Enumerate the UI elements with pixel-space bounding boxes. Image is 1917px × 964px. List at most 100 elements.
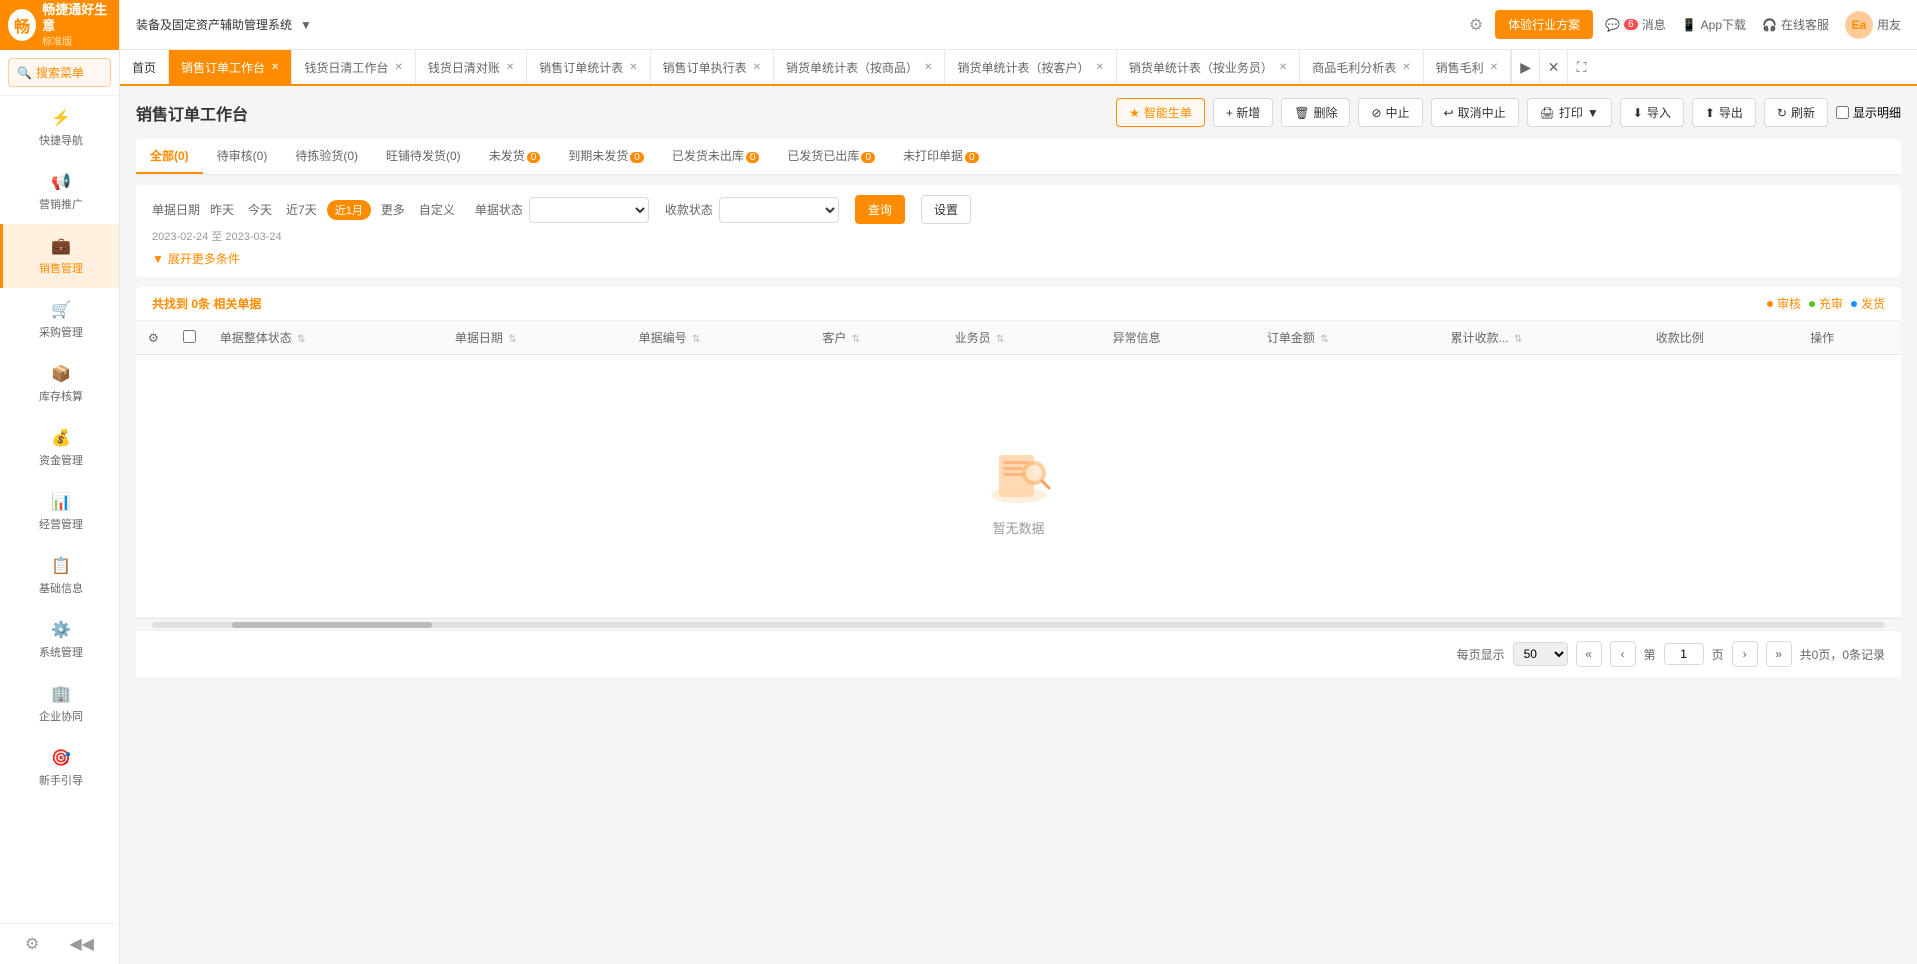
collapse-sidebar-button[interactable]: ◀◀ — [69, 934, 94, 954]
th-date[interactable]: 单据日期 ⇅ — [443, 321, 627, 355]
close-tab-cash-reconcile[interactable]: ✕ — [506, 62, 514, 73]
sidebar-item-inventory[interactable]: 📦 库存核算 — [0, 352, 119, 416]
tab-cash-daily[interactable]: 钱货日清工作台 ✕ — [292, 50, 415, 85]
last-page-button[interactable]: » — [1766, 641, 1792, 667]
date-opt-more[interactable]: 更多 — [377, 199, 409, 220]
th-checkbox[interactable] — [171, 321, 208, 355]
tab-sales-by-staff[interactable]: 销货单统计表（按业务员） ✕ — [1117, 50, 1300, 85]
tab-sales-by-customer[interactable]: 销货单统计表（按客户） ✕ — [945, 50, 1116, 85]
close-tab-sales-workbench[interactable]: ✕ — [271, 62, 279, 73]
close-tab-by-staff[interactable]: ✕ — [1279, 62, 1287, 73]
th-number[interactable]: 单据编号 ⇅ — [627, 321, 811, 355]
page-input[interactable] — [1664, 643, 1704, 665]
sidebar-item-guide[interactable]: 🎯 新手引导 — [0, 736, 119, 800]
settings-filter-button[interactable]: 设置 — [921, 195, 971, 224]
next-page-button[interactable]: › — [1732, 641, 1758, 667]
subtab-all[interactable]: 全部(0) — [136, 139, 203, 174]
messages-button[interactable]: 💬 6 消息 — [1605, 16, 1666, 33]
close-tab-margin-analysis[interactable]: ✕ — [1402, 62, 1410, 73]
subtab-shipped-not-out[interactable]: 已发货未出库0 — [658, 139, 774, 174]
search-menu-button[interactable]: 🔍 搜索菜单 — [8, 58, 111, 87]
th-collected[interactable]: 累计收款... ⇅ — [1439, 321, 1644, 355]
sidebar-item-base-info[interactable]: 📋 基础信息 — [0, 544, 119, 608]
subtab-wangpu[interactable]: 旺铺待发货(0) — [372, 139, 475, 174]
close-tab-sales-profit[interactable]: ✕ — [1490, 62, 1498, 73]
app-download-button[interactable]: 📱 App下载 — [1682, 16, 1746, 33]
payment-select[interactable] — [719, 197, 839, 223]
close-tab-sales-stats[interactable]: ✕ — [629, 62, 637, 73]
sidebar-item-finance[interactable]: 💰 资金管理 — [0, 416, 119, 480]
sidebar-item-marketing[interactable]: 📢 营销推广 — [0, 160, 119, 224]
date-opt-7days[interactable]: 近7天 — [282, 199, 321, 220]
close-tab-cash-daily[interactable]: ✕ — [394, 62, 402, 73]
tab-sales-exec[interactable]: 销售订单执行表 ✕ — [651, 50, 774, 85]
print-button[interactable]: 🖨 打印 ▼ — [1527, 98, 1612, 127]
scrollbar-thumb[interactable] — [232, 622, 432, 628]
tab-sales-workbench[interactable]: 销售订单工作台 ✕ — [169, 50, 292, 85]
topbar-settings-button[interactable]: ⚙ — [1469, 15, 1483, 35]
date-opt-yesterday[interactable]: 昨天 — [206, 199, 238, 220]
subtab-overdue-not-shipped[interactable]: 到期未发货0 — [554, 139, 658, 174]
tab-close-all-button[interactable]: ✕ — [1539, 50, 1567, 85]
th-amount[interactable]: 订单金额 ⇅ — [1255, 321, 1439, 355]
date-options: 昨天 今天 近7天 近1月 更多 自定义 — [206, 199, 459, 220]
show-detail-checkbox-label[interactable]: 显示明细 — [1836, 104, 1901, 121]
export-button[interactable]: ⬆ 导出 — [1692, 98, 1756, 127]
subtab-pending-review[interactable]: 待审核(0) — [203, 139, 282, 174]
online-service-button[interactable]: 🎧 在线客服 — [1762, 16, 1829, 33]
chevron-down-icon: ▼ — [152, 252, 164, 266]
tab-scroll-right-button[interactable]: ▶ — [1511, 50, 1539, 85]
topbar: 装备及固定资产辅助管理系统 ▼ ⚙ 体验行业方案 💬 6 消息 📱 App下载 … — [120, 0, 1917, 50]
cancel-review-action-link[interactable]: 充审 — [1809, 295, 1843, 312]
prev-page-button[interactable]: ‹ — [1610, 641, 1636, 667]
close-tab-by-customer[interactable]: ✕ — [1095, 62, 1103, 73]
cancel-suspend-button[interactable]: ↩ 取消中止 — [1431, 98, 1519, 127]
th-settings[interactable]: ⚙ — [136, 321, 171, 355]
search-button[interactable]: 查询 — [855, 195, 905, 224]
th-staff[interactable]: 业务员 ⇅ — [943, 321, 1101, 355]
tab-sales-by-product[interactable]: 销货单统计表（按商品） ✕ — [774, 50, 945, 85]
suspend-button[interactable]: ⊘ 中止 — [1358, 98, 1422, 127]
horizontal-scrollbar[interactable] — [136, 618, 1901, 630]
review-action-link[interactable]: 审核 — [1767, 295, 1801, 312]
first-page-button[interactable]: « — [1576, 641, 1602, 667]
refresh-button[interactable]: ↻ 刷新 — [1764, 98, 1828, 127]
date-opt-custom[interactable]: 自定义 — [415, 199, 459, 220]
sidebar-item-system[interactable]: ⚙️ 系统管理 — [0, 608, 119, 672]
th-customer[interactable]: 客户 ⇅ — [810, 321, 942, 355]
smart-create-button[interactable]: ★ 智能生单 — [1116, 98, 1205, 127]
delete-button[interactable]: 🗑 删除 — [1281, 98, 1350, 127]
select-all-checkbox[interactable] — [183, 330, 196, 343]
tab-sales-stats[interactable]: 销售订单统计表 ✕ — [527, 50, 650, 85]
close-tab-sales-exec[interactable]: ✕ — [753, 62, 761, 73]
sidebar-item-enterprise[interactable]: 🏢 企业协同 — [0, 672, 119, 736]
th-status[interactable]: 单据整体状态 ⇅ — [208, 321, 443, 355]
subtab-shipped-out[interactable]: 已发货已出库0 — [773, 139, 889, 174]
tab-cash-reconcile[interactable]: 钱货日清对账 ✕ — [416, 50, 527, 85]
status-select[interactable] — [529, 197, 649, 223]
industry-solution-button[interactable]: 体验行业方案 — [1495, 10, 1593, 39]
user-menu-button[interactable]: Ea 用友 — [1845, 11, 1901, 39]
per-page-select[interactable]: 10 20 50 100 — [1513, 642, 1568, 666]
subtab-pending-inspection[interactable]: 待拣验货(0) — [281, 139, 372, 174]
close-tab-by-product[interactable]: ✕ — [924, 62, 932, 73]
tab-sales-profit[interactable]: 销售毛利 ✕ — [1424, 50, 1511, 85]
import-button[interactable]: ⬇ 导入 — [1620, 98, 1684, 127]
show-detail-checkbox[interactable] — [1836, 106, 1849, 119]
tab-maximize-button[interactable]: ⛶ — [1567, 50, 1595, 85]
date-opt-1month[interactable]: 近1月 — [327, 200, 371, 220]
subtab-not-printed[interactable]: 未打印单据0 — [889, 139, 993, 174]
sidebar-item-sales[interactable]: 💼 销售管理 — [0, 224, 119, 288]
sidebar-item-purchase[interactable]: 🛒 采购管理 — [0, 288, 119, 352]
system-dropdown-button[interactable]: ▼ — [300, 18, 312, 32]
subtab-not-shipped[interactable]: 未发货0 — [475, 139, 555, 174]
sidebar-item-operations[interactable]: 📊 经营管理 — [0, 480, 119, 544]
sidebar-item-quick-nav[interactable]: ⚡ 快捷导航 — [0, 96, 119, 160]
tab-home[interactable]: 首页 — [120, 50, 169, 85]
add-button[interactable]: + 新增 — [1213, 98, 1273, 127]
date-opt-today[interactable]: 今天 — [244, 199, 276, 220]
tab-margin-analysis[interactable]: 商品毛利分析表 ✕ — [1300, 50, 1423, 85]
ship-action-link[interactable]: 发货 — [1851, 295, 1885, 312]
expand-filter-button[interactable]: ▼ 展开更多条件 — [152, 250, 1885, 267]
settings-gear-button[interactable]: ⚙ — [25, 934, 39, 954]
